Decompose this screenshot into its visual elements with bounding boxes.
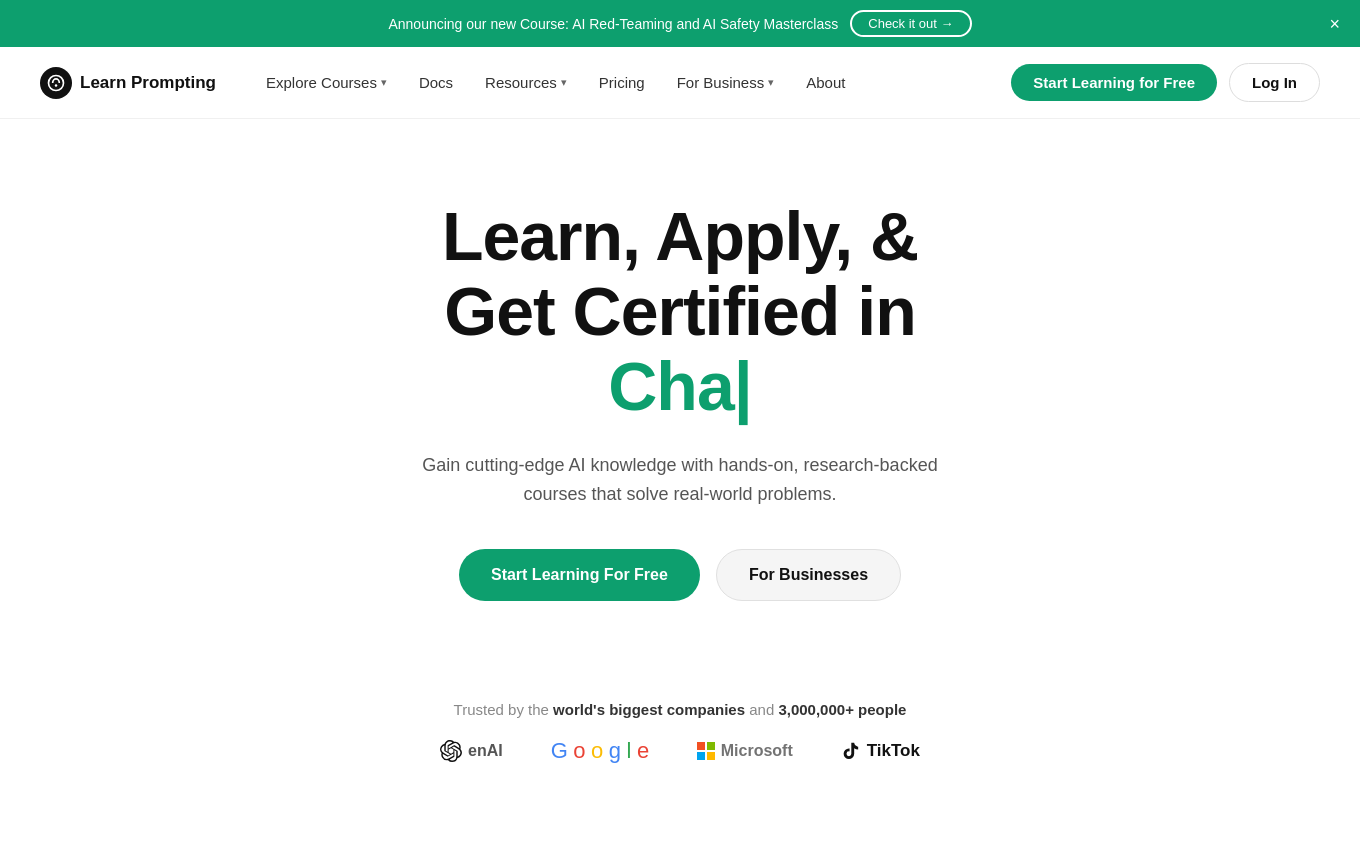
- nav-login-button[interactable]: Log In: [1229, 63, 1320, 102]
- hero-buttons: Start Learning For Free For Businesses: [459, 549, 901, 601]
- hero-title-accent: Cha|: [442, 349, 918, 424]
- banner-cta-button[interactable]: Check it out →: [850, 10, 971, 37]
- hero-section: Learn, Apply, & Get Certified in Cha| Ga…: [0, 119, 1360, 661]
- openai-icon: [440, 740, 462, 762]
- banner-close-button[interactable]: ×: [1329, 15, 1340, 33]
- svg-point-1: [55, 84, 58, 87]
- trust-companies-bold: world's biggest companies: [553, 701, 745, 718]
- tiktok-text: TikTok: [867, 741, 920, 761]
- hero-start-learning-button[interactable]: Start Learning For Free: [459, 549, 700, 601]
- trust-people-bold: 3,000,000+ people: [778, 701, 906, 718]
- typing-cursor: |: [734, 348, 752, 424]
- hero-subtitle: Gain cutting-edge AI knowledge with hand…: [400, 451, 960, 509]
- nav-resources-label: Resources: [485, 74, 557, 91]
- ms-blue: [697, 752, 705, 760]
- openai-text: enAI: [468, 742, 503, 760]
- chevron-down-icon-business: ▾: [768, 76, 774, 89]
- nav-about-label: About: [806, 74, 845, 91]
- tiktok-logo: TikTok: [841, 741, 920, 761]
- google-g-yellow: o: [591, 738, 603, 764]
- google-logo: Google: [551, 738, 649, 764]
- chevron-down-icon-resources: ▾: [561, 76, 567, 89]
- google-g-blue: G: [551, 738, 568, 764]
- microsoft-logo: Microsoft: [697, 742, 793, 760]
- ms-red: [697, 742, 705, 750]
- nav-explore-courses-label: Explore Courses: [266, 74, 377, 91]
- nav-for-business[interactable]: For Business ▾: [663, 66, 789, 99]
- announcement-banner: Announcing our new Course: AI Red-Teamin…: [0, 0, 1360, 47]
- trust-logos: enAI Google Microsoft TikTok: [440, 738, 920, 764]
- ms-yellow: [707, 752, 715, 760]
- nav-actions: Start Learning for Free Log In: [1011, 63, 1320, 102]
- openai-logo: enAI: [440, 740, 503, 762]
- google-g-red: o: [573, 738, 585, 764]
- nav-about[interactable]: About: [792, 66, 859, 99]
- google-g-red2: e: [637, 738, 649, 764]
- nav-pricing-label: Pricing: [599, 74, 645, 91]
- microsoft-text: Microsoft: [721, 742, 793, 760]
- nav-docs[interactable]: Docs: [405, 66, 467, 99]
- nav-resources[interactable]: Resources ▾: [471, 66, 581, 99]
- tiktok-icon: [841, 741, 861, 761]
- nav-start-learning-button[interactable]: Start Learning for Free: [1011, 64, 1217, 101]
- hero-for-businesses-button[interactable]: For Businesses: [716, 549, 901, 601]
- nav-explore-courses[interactable]: Explore Courses ▾: [252, 66, 401, 99]
- trust-text-prefix: Trusted by the: [454, 701, 554, 718]
- nav-links: Explore Courses ▾ Docs Resources ▾ Prici…: [252, 66, 1011, 99]
- trust-text-mid: and: [745, 701, 778, 718]
- nav-pricing[interactable]: Pricing: [585, 66, 659, 99]
- ms-green: [707, 742, 715, 750]
- hero-title-line1: Learn, Apply, &: [442, 198, 918, 274]
- banner-message: Announcing our new Course: AI Red-Teamin…: [388, 16, 838, 32]
- logo-text: Learn Prompting: [80, 73, 216, 93]
- navbar: Learn Prompting Explore Courses ▾ Docs R…: [0, 47, 1360, 119]
- chevron-down-icon: ▾: [381, 76, 387, 89]
- hero-title-line2: Get Certified in: [444, 273, 915, 349]
- logo-icon: [40, 67, 72, 99]
- google-g-green: l: [627, 738, 631, 764]
- nav-for-business-label: For Business: [677, 74, 765, 91]
- banner-content: Announcing our new Course: AI Red-Teamin…: [388, 10, 971, 37]
- nav-docs-label: Docs: [419, 74, 453, 91]
- hero-title: Learn, Apply, & Get Certified in Cha|: [442, 199, 918, 423]
- trust-text: Trusted by the world's biggest companies…: [454, 701, 907, 718]
- trust-section: Trusted by the world's biggest companies…: [0, 661, 1360, 824]
- microsoft-grid-icon: [697, 742, 715, 760]
- svg-point-0: [49, 75, 64, 90]
- google-g-blue2: g: [609, 738, 621, 764]
- logo-link[interactable]: Learn Prompting: [40, 67, 216, 99]
